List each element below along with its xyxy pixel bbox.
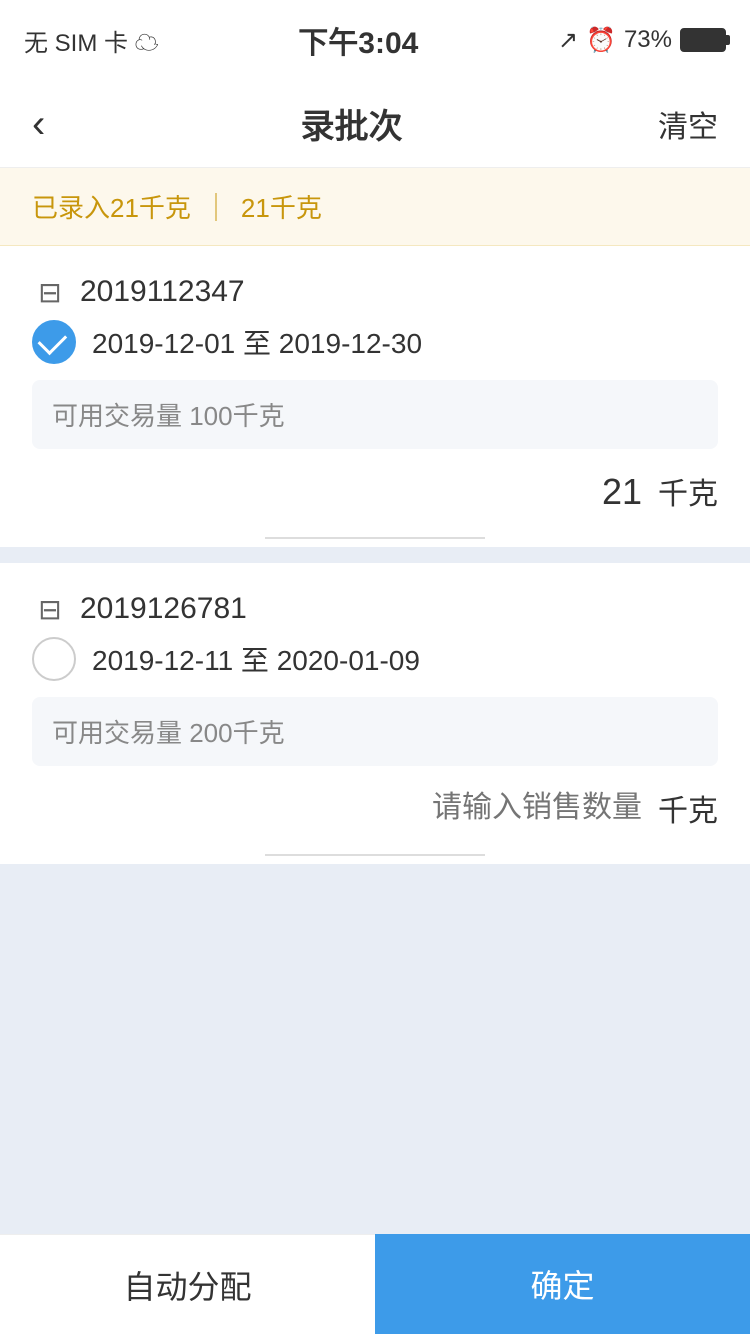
clear-button[interactable]: 清空 [658, 102, 718, 146]
status-right: ↗ ⏰ 73% [558, 26, 726, 55]
footer: 自动分配 确定 [0, 1234, 750, 1334]
status-left: 无 SIM 卡 ☁ [24, 23, 159, 58]
batch-item-1: ⊟ 2019112347 2019-12-01 至 2019-12-30 可用交… [0, 246, 750, 449]
batch-id-2: 2019126781 [80, 592, 247, 626]
back-button[interactable]: ‹ [32, 104, 45, 144]
quantity-placeholder-row-2: 千克 [0, 766, 750, 854]
quantity-divider-row-2 [0, 854, 750, 864]
batch-available-1: 可用交易量 100千克 [32, 380, 718, 449]
status-bar: 无 SIM 卡 ☁ 下午3:04 ↗ ⏰ 73% [0, 0, 750, 80]
quantity-unit-1: 千克 [658, 469, 718, 513]
quantity-input-1[interactable] [562, 471, 642, 513]
batch-date-2: 2019-12-11 至 2020-01-09 [92, 639, 420, 679]
confirm-button[interactable]: 确定 [375, 1234, 750, 1334]
nav-bar: ‹ 录批次 清空 [0, 80, 750, 168]
alarm-icon: ⏰ [586, 26, 616, 55]
battery-percent: 73% [624, 26, 672, 54]
batch-radio-2[interactable] [32, 637, 76, 681]
already-recorded-label: 已录入21千克 [32, 188, 191, 225]
banner-divider [215, 193, 217, 221]
page-title: 录批次 [301, 99, 403, 148]
batch-available-2: 可用交易量 200千克 [32, 697, 718, 766]
batch-id-row-1: ⊟ 2019112347 [32, 274, 718, 310]
quantity-divider-row-1 [0, 537, 750, 547]
batch-id-icon-2: ⊟ [32, 591, 68, 627]
batch-date-1: 2019-12-01 至 2019-12-30 [92, 322, 422, 362]
sim-text: 无 SIM 卡 ☁ [24, 23, 159, 58]
status-time: 下午3:04 [298, 18, 418, 62]
status-banner: 已录入21千克 21千克 [0, 168, 750, 246]
total-label: 21千克 [241, 188, 322, 225]
battery-icon [680, 28, 726, 52]
batch-id-row-2: ⊟ 2019126781 [32, 591, 718, 627]
quantity-input-2[interactable] [322, 791, 642, 825]
quantity-divider-2 [265, 854, 485, 856]
batch-item-2: ⊟ 2019126781 2019-12-11 至 2020-01-09 可用交… [0, 563, 750, 766]
batch-id-icon-1: ⊟ [32, 274, 68, 310]
quantity-row-1: 千克 [0, 449, 750, 537]
batch-date-row-1[interactable]: 2019-12-01 至 2019-12-30 [32, 320, 718, 364]
location-icon: ↗ [558, 26, 578, 55]
quantity-input-wrapper-1: 千克 [562, 469, 718, 513]
batch-id-1: 2019112347 [80, 275, 245, 309]
batch-date-row-2[interactable]: 2019-12-11 至 2020-01-09 [32, 637, 718, 681]
quantity-unit-2: 千克 [658, 786, 718, 830]
section-separator [0, 547, 750, 563]
quantity-divider-1 [265, 537, 485, 539]
batch-radio-1[interactable] [32, 320, 76, 364]
auto-distribute-button[interactable]: 自动分配 [0, 1234, 375, 1334]
